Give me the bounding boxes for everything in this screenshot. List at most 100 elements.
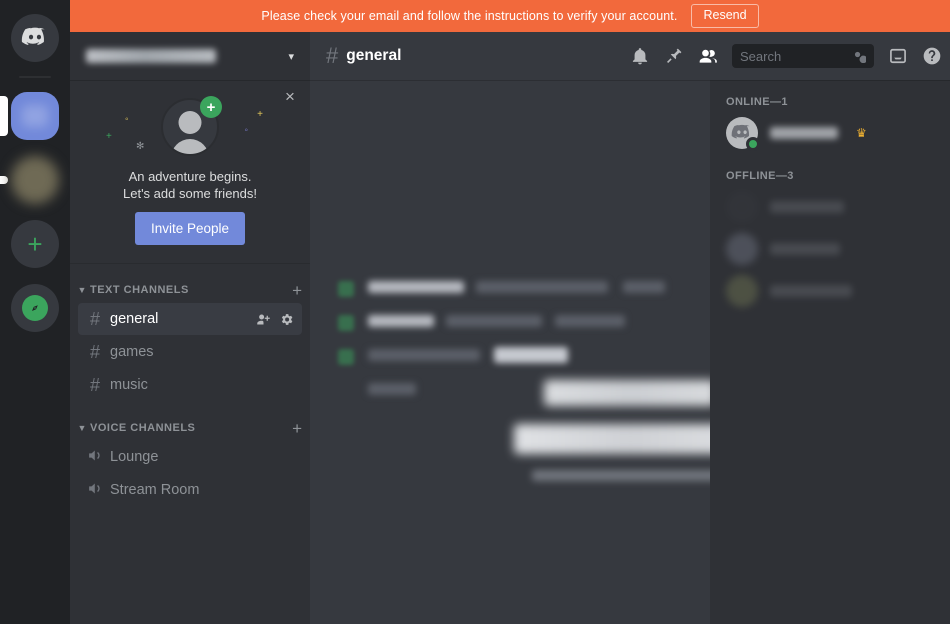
- redacted-text: [368, 348, 480, 361]
- server-icon-active[interactable]: [11, 92, 59, 140]
- inbox-icon[interactable]: [888, 46, 908, 66]
- avatar-body: [171, 139, 209, 154]
- channel-item-stream-room[interactable]: Stream Room: [78, 474, 302, 506]
- chevron-down-icon: ▼: [77, 423, 87, 433]
- pinned-messages-icon[interactable]: [664, 46, 684, 66]
- member-group-gap: [710, 154, 950, 170]
- member-list-icon[interactable]: [698, 46, 718, 66]
- member-row-online[interactable]: ♛: [710, 112, 950, 154]
- avatar: [726, 233, 758, 265]
- avatar: [726, 191, 758, 223]
- active-server-pill: [0, 96, 8, 136]
- server-owner-crown-icon: ♛: [856, 126, 867, 140]
- avatar-head: [178, 111, 202, 134]
- category-label: TEXT CHANNELS: [90, 284, 189, 296]
- chevron-down-icon: ▾: [288, 50, 294, 63]
- server-icon-redacted: [22, 105, 48, 127]
- redacted-text: [368, 280, 464, 293]
- sparkle-plus-yellow-icon: +: [257, 109, 263, 120]
- channel-item-music[interactable]: # music: [78, 369, 302, 401]
- redacted-text: [368, 314, 434, 327]
- volume-icon: [88, 450, 100, 461]
- discord-logo-icon: [21, 27, 45, 45]
- invite-people-button[interactable]: Invite People: [134, 212, 246, 245]
- speaker-icon: [86, 480, 104, 500]
- invite-friends-promo-card: × + ◦ ✻ + ◦ + An adventure begins. Let's…: [70, 80, 310, 264]
- server-name-redacted: [86, 49, 216, 63]
- member-row-offline[interactable]: [710, 270, 950, 312]
- hash-icon: #: [89, 342, 100, 362]
- page-title: general: [346, 47, 402, 64]
- discord-home-icon[interactable]: [11, 14, 59, 62]
- add-person-plus-icon: +: [200, 96, 222, 118]
- channel-name: Lounge: [110, 449, 159, 465]
- member-name-redacted: [770, 285, 852, 297]
- resend-verification-button[interactable]: Resend: [691, 4, 759, 28]
- channel-sidebar: ▾ × + ◦ ✻ + ◦ + An adventure begins. Let…: [70, 32, 310, 624]
- system-message-icon: [338, 315, 354, 331]
- channel-name: Stream Room: [110, 482, 200, 498]
- category-label: VOICE CHANNELS: [90, 422, 196, 434]
- discord-app-window: Please check your email and follow the i…: [0, 0, 950, 624]
- hash-icon: #: [89, 375, 100, 395]
- system-message-icon: [338, 281, 354, 297]
- sparkle-circle-yellow-icon: ◦: [125, 114, 129, 125]
- rail-item-server-second[interactable]: [0, 152, 70, 208]
- status-badge: [746, 137, 760, 151]
- rail-item-server-active[interactable]: [0, 88, 70, 144]
- welcome-subtitle-redacted: [532, 470, 728, 481]
- promo-line-2: Let's add some friends!: [123, 186, 257, 201]
- server-rail: +: [0, 0, 70, 624]
- channel-settings-gear-icon[interactable]: [279, 312, 294, 327]
- volume-icon: [88, 483, 100, 494]
- member-avatar: [726, 275, 758, 307]
- search-input[interactable]: [740, 48, 852, 64]
- help-icon[interactable]: [922, 46, 942, 66]
- members-glyph: [699, 49, 717, 63]
- rail-item-explore[interactable]: [0, 280, 70, 336]
- search-box[interactable]: [732, 44, 874, 68]
- redacted-text: [476, 280, 609, 293]
- channel-item-games[interactable]: # games: [78, 336, 302, 368]
- system-message-icon: [338, 349, 354, 365]
- member-avatar: [726, 233, 758, 265]
- category-text-channels[interactable]: ▼ TEXT CHANNELS +: [70, 278, 310, 302]
- promo-line-1: An adventure begins.: [128, 169, 252, 184]
- pin-glyph: [667, 48, 682, 63]
- notifications-bell-icon[interactable]: [630, 46, 650, 66]
- speaker-icon: [86, 447, 104, 467]
- member-group-offline-label: OFFLINE—3: [726, 170, 794, 182]
- redacted-text: [554, 314, 625, 327]
- member-list: ONLINE—1 ♛ OFFLINE—3: [710, 80, 950, 624]
- channel-header-toolbar: [630, 44, 942, 68]
- invite-illustration: + ◦ ✻ + ◦ +: [86, 94, 294, 160]
- rail-item-add-server[interactable]: +: [0, 216, 70, 272]
- create-text-channel-icon[interactable]: +: [292, 282, 302, 299]
- channel-name: general: [110, 311, 159, 327]
- sparkle-plus-teal-icon: +: [106, 131, 112, 142]
- create-invite-icon[interactable]: [256, 312, 271, 327]
- sparkle-circle-purple-icon: ◦: [244, 125, 248, 136]
- explore-servers-icon[interactable]: [11, 284, 59, 332]
- channel-name: games: [110, 344, 154, 360]
- rail-item-home[interactable]: [0, 10, 70, 66]
- channel-item-general[interactable]: # general: [78, 303, 302, 335]
- sparkle-asterisk-icon: ✻: [136, 141, 145, 152]
- channel-header: # general: [310, 32, 950, 80]
- member-row-offline[interactable]: [710, 186, 950, 228]
- create-voice-channel-icon[interactable]: +: [292, 420, 302, 437]
- category-spacer: [70, 402, 310, 416]
- redacted-text: [368, 382, 416, 395]
- redacted-text: [446, 314, 543, 327]
- category-voice-channels[interactable]: ▼ VOICE CHANNELS +: [70, 416, 310, 440]
- add-server-icon[interactable]: +: [11, 220, 59, 268]
- plus-glyph: +: [27, 229, 43, 259]
- channel-item-lounge[interactable]: Lounge: [78, 441, 302, 473]
- member-row-offline[interactable]: [710, 228, 950, 270]
- channel-list: ▼ TEXT CHANNELS + # general # games # mu…: [70, 264, 310, 624]
- avatar: [726, 275, 758, 307]
- member-avatar: [726, 191, 758, 223]
- channel-name: music: [110, 377, 148, 393]
- server-header-dropdown[interactable]: ▾: [70, 32, 310, 80]
- server-icon-second[interactable]: [11, 156, 59, 204]
